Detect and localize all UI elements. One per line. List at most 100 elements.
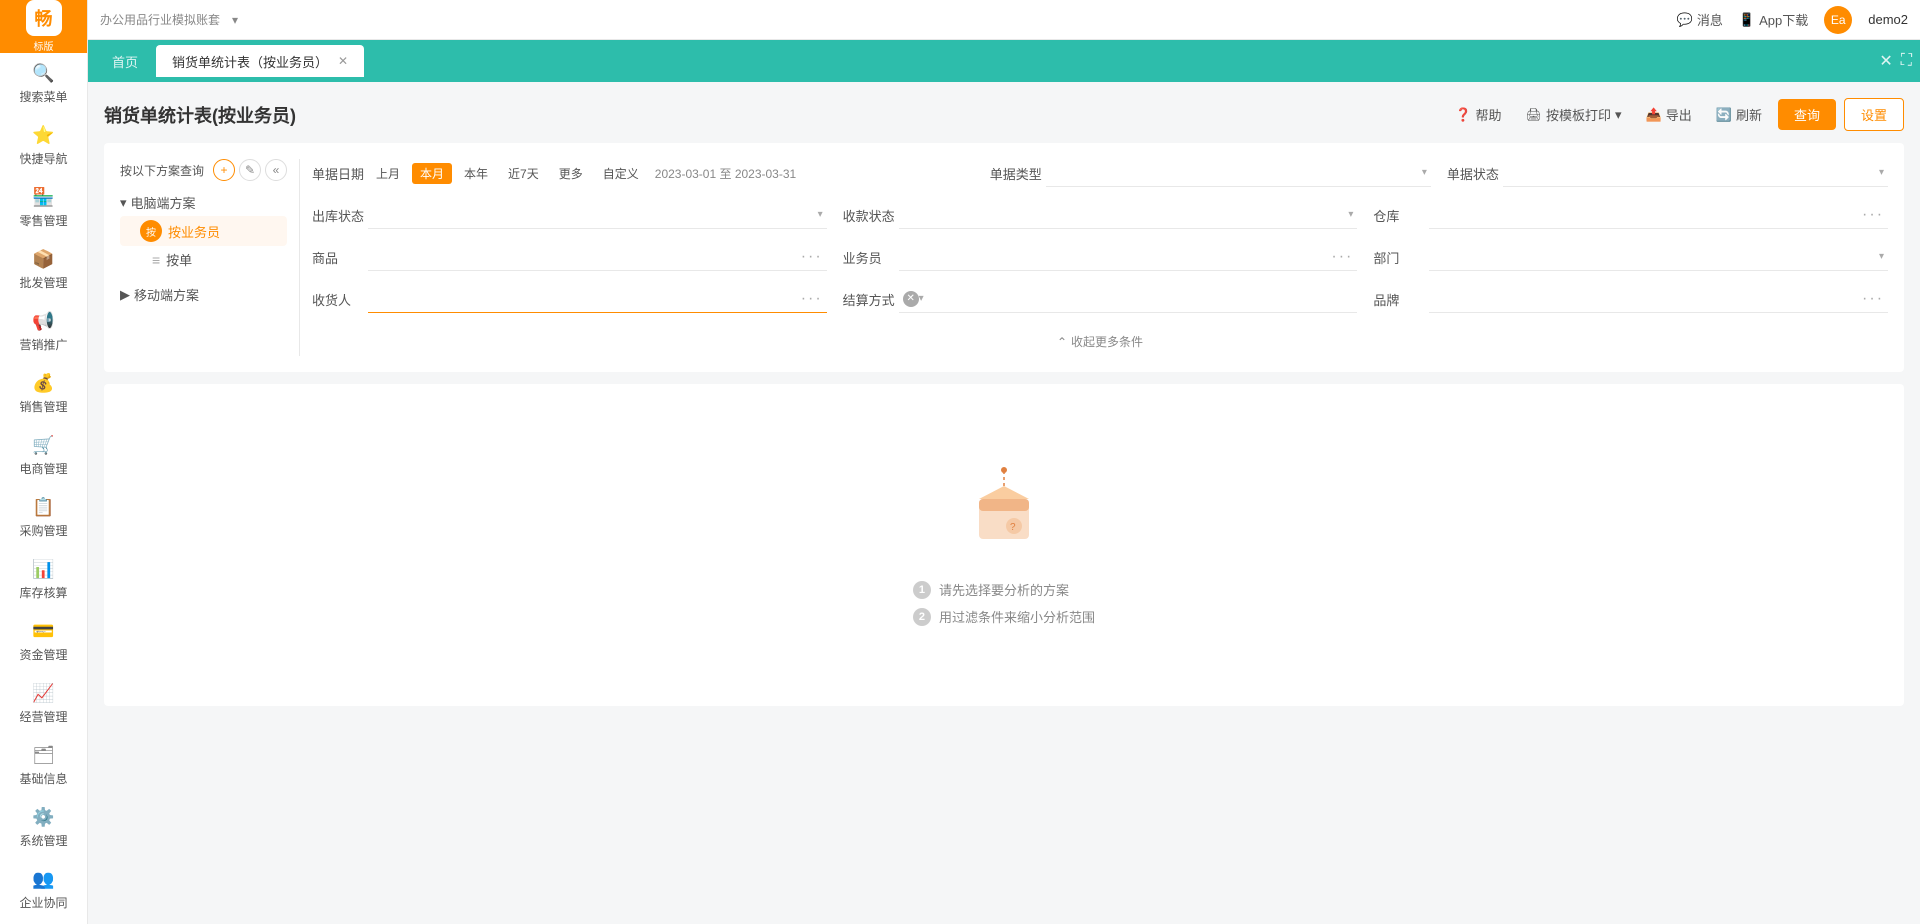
- filter-label-receiver: 收货人: [312, 290, 368, 309]
- tabbar: 首页 销货单统计表（按业务员） ✕ ✕ ⛶: [88, 40, 1920, 82]
- marketing-icon: 📢: [32, 311, 54, 332]
- avatar[interactable]: Ea: [1824, 6, 1852, 34]
- brand-input[interactable]: ···: [1429, 285, 1888, 313]
- empty-illustration: ?: [954, 464, 1054, 564]
- content-area: 销货单统计表(按业务员) ❓ 帮助 🖨 按模板打印 ▾ 📤 导出 🔄 刷新: [88, 82, 1920, 924]
- sidebar-item-inventory[interactable]: 📊 库存核算: [0, 549, 88, 611]
- tab-close-icon[interactable]: ✕: [338, 54, 348, 68]
- date-btn-last7[interactable]: 近7天: [500, 163, 547, 184]
- message-button[interactable]: 💬 消息: [1677, 10, 1723, 29]
- dept-input[interactable]: ▾: [1429, 243, 1888, 271]
- plan-group-desktop-label: 电脑端方案: [131, 193, 196, 212]
- empty-tip-2: 2 用过滤条件来缩小分析范围: [913, 607, 1095, 626]
- date-btn-more[interactable]: 更多: [551, 163, 591, 184]
- export-icon: 📤: [1646, 107, 1662, 123]
- app-logo[interactable]: 畅 标版: [0, 0, 88, 53]
- collapse-sidebar-button[interactable]: «: [265, 159, 287, 181]
- print-button[interactable]: 🖨 按模板打印 ▾: [1518, 101, 1630, 128]
- receiver-input[interactable]: ···: [368, 285, 827, 313]
- filter-row-1: 单据日期 上月 本月 本年 近7天 更多 自定义 2023-03-01 至 20…: [312, 159, 1888, 187]
- sidebar-label-sales: 销售管理: [19, 398, 67, 415]
- refresh-button[interactable]: 🔄 刷新: [1708, 101, 1770, 128]
- sidebar-item-quick-nav[interactable]: ⭐ 快捷导航: [0, 115, 88, 177]
- sidebar-item-sales[interactable]: 💰 销售管理: [0, 363, 88, 425]
- purchase-icon: 📋: [32, 497, 54, 518]
- sidebar-item-ecommerce[interactable]: 🛒 电商管理: [0, 425, 88, 487]
- plan-group-mobile-header[interactable]: ▶ 移动端方案: [120, 281, 287, 308]
- settlement-arrow-icon: ▾: [919, 293, 924, 304]
- collapse-more-btn[interactable]: ⌃ 收起更多条件: [312, 327, 1888, 356]
- plan-item-by-staff[interactable]: 按 按业务员: [120, 216, 287, 246]
- filter-row-4: 收货人 ··· 结算方式 ✕ ▾: [312, 285, 1888, 313]
- plan-sub-icon: ≡: [152, 252, 160, 268]
- setting-button[interactable]: 设置: [1844, 98, 1904, 131]
- filter-panel: 按以下方案查询 + ✎ « ▾ 电脑端方案 按: [104, 143, 1904, 372]
- receiver-dots-icon: ···: [801, 290, 823, 308]
- filter-label-settlement: 结算方式: [843, 290, 899, 309]
- doc-type-input[interactable]: ▾: [1046, 159, 1431, 187]
- date-btn-last-month[interactable]: 上月: [368, 163, 408, 184]
- empty-tips: 1 请先选择要分析的方案 2 用过滤条件来缩小分析范围: [913, 580, 1095, 626]
- plan-sub-item-by-order[interactable]: ≡ 按单: [120, 246, 287, 273]
- sidebar-item-system[interactable]: ⚙️ 系统管理: [0, 797, 88, 859]
- tip-num-1: 1: [913, 581, 931, 599]
- sidebar-item-corp[interactable]: 👥 企业协同: [0, 859, 88, 921]
- filter-label-doc-status: 单据状态: [1447, 164, 1503, 183]
- query-button[interactable]: 查询: [1778, 99, 1836, 130]
- doc-type-arrow-icon: ▾: [1422, 167, 1427, 178]
- tab-home[interactable]: 首页: [96, 45, 154, 77]
- sidebar-label-retail: 零售管理: [19, 212, 67, 229]
- tab-maximize-icon[interactable]: ⛶: [1901, 52, 1912, 70]
- staff-input[interactable]: ···: [899, 243, 1358, 271]
- tab-sales-stat[interactable]: 销货单统计表（按业务员） ✕: [156, 45, 364, 77]
- page-header: 销货单统计表(按业务员) ❓ 帮助 🖨 按模板打印 ▾ 📤 导出 🔄 刷新: [104, 98, 1904, 131]
- add-plan-button[interactable]: +: [213, 159, 235, 181]
- settlement-clear-icon[interactable]: ✕: [903, 291, 919, 307]
- tab-close-window-icon[interactable]: ✕: [1879, 51, 1892, 71]
- filter-label-staff: 业务员: [843, 248, 899, 267]
- logo-icon: 畅: [26, 0, 62, 36]
- sidebar-item-basic[interactable]: 🗂 基础信息: [0, 735, 88, 797]
- collapse-label: 收起更多条件: [1071, 333, 1143, 350]
- export-button[interactable]: 📤 导出: [1638, 101, 1700, 128]
- filter-field-doc-type: 单据类型 ▾: [990, 159, 1431, 187]
- ecommerce-icon: 🛒: [32, 435, 54, 456]
- sidebar-item-search[interactable]: 🔍 搜索菜单: [0, 53, 88, 115]
- chevron-down-icon: ▾: [120, 195, 127, 211]
- user-label[interactable]: demo2: [1868, 12, 1908, 27]
- filter-label-doc-type: 单据类型: [990, 164, 1046, 183]
- sidebar-label-purchase: 采购管理: [19, 522, 67, 539]
- date-btn-this-month[interactable]: 本月: [412, 163, 452, 184]
- sidebar-item-retail[interactable]: 🏪 零售管理: [0, 177, 88, 239]
- collection-status-input[interactable]: ▾: [899, 201, 1358, 229]
- logo-subtext: 标版: [34, 38, 54, 53]
- empty-tip-1: 1 请先选择要分析的方案: [913, 580, 1095, 599]
- app-download-button[interactable]: 📱 App下载: [1739, 10, 1808, 29]
- sidebar-item-operation[interactable]: 📈 经营管理: [0, 673, 88, 735]
- warehouse-input[interactable]: ···: [1429, 201, 1888, 229]
- plan-label-by-order: 按单: [166, 250, 192, 269]
- help-button[interactable]: ❓ 帮助: [1447, 101, 1509, 128]
- topbar-dropdown-icon[interactable]: ▾: [232, 13, 238, 27]
- sidebar-label-operation: 经营管理: [19, 708, 67, 725]
- date-btn-custom[interactable]: 自定义: [595, 163, 647, 184]
- sidebar-item-purchase[interactable]: 📋 采购管理: [0, 487, 88, 549]
- filter-sidebar-title: 按以下方案查询: [120, 162, 204, 179]
- settlement-input[interactable]: ✕ ▾: [899, 285, 1358, 313]
- sidebar-label-wholesale: 批发管理: [19, 274, 67, 291]
- out-status-input[interactable]: ▾: [368, 201, 827, 229]
- tip-num-2: 2: [913, 608, 931, 626]
- date-btn-this-year[interactable]: 本年: [456, 163, 496, 184]
- plan-group-desktop-header[interactable]: ▾ 电脑端方案: [120, 189, 287, 216]
- sidebar-label-corp: 企业协同: [19, 894, 67, 911]
- edit-plan-button[interactable]: ✎: [239, 159, 261, 181]
- sidebar-label-quick-nav: 快捷导航: [19, 150, 67, 167]
- doc-status-input[interactable]: ▾: [1503, 159, 1888, 187]
- filter-label-goods: 商品: [312, 248, 368, 267]
- goods-input[interactable]: ···: [368, 243, 827, 271]
- sidebar-item-wholesale[interactable]: 📦 批发管理: [0, 239, 88, 301]
- topbar: 办公用品行业模拟账套 ▾ 💬 消息 📱 App下载 Ea demo2: [88, 0, 1920, 40]
- chevron-right-icon: ▶: [120, 287, 130, 303]
- sidebar-item-finance[interactable]: 💳 资金管理: [0, 611, 88, 673]
- sidebar-item-marketing[interactable]: 📢 营销推广: [0, 301, 88, 363]
